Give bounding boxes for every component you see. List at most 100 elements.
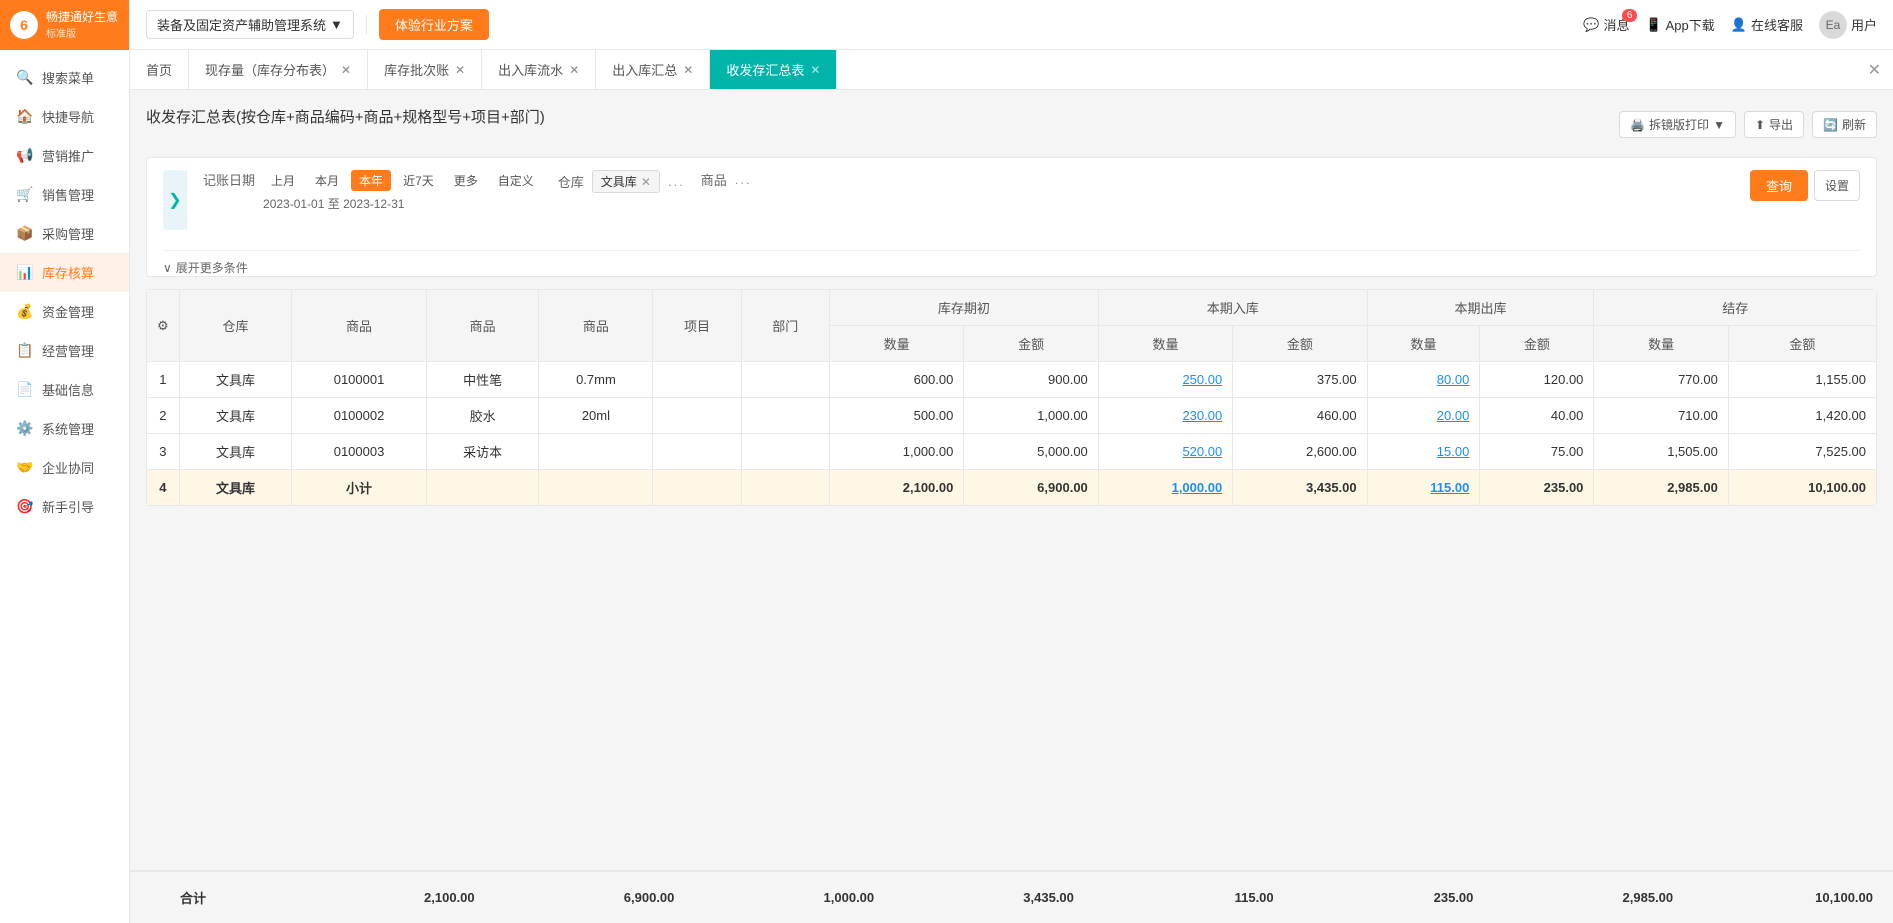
row1-opening-amt: 900.00 <box>964 362 1098 398</box>
finance-icon: 💰 <box>16 303 34 321</box>
avatar: Ea <box>1819 11 1847 39</box>
sidebar: 6 畅捷通好生意 标准版 🔍 搜索菜单 🏠 快捷导航 📢 营销推广 🛒 销售管理… <box>0 0 130 923</box>
col-project-header: 项目 <box>653 290 741 362</box>
refresh-button[interactable]: 🔄 刷新 <box>1812 111 1877 138</box>
date-btn-last-month[interactable]: 上月 <box>263 170 303 191</box>
subtotal-out-qty[interactable]: 115.00 <box>1367 470 1480 506</box>
goods-dots[interactable]: ... <box>735 172 752 187</box>
col-out-qty-header: 数量 <box>1367 326 1480 362</box>
warehouse-tag-close[interactable]: ✕ <box>641 175 651 189</box>
row3-seq: 3 <box>147 434 180 470</box>
tab-home[interactable]: 首页 <box>130 50 189 90</box>
sidebar-item-marketing-label: 营销推广 <box>42 146 94 165</box>
row1-seq: 1 <box>147 362 180 398</box>
date-btn-7days[interactable]: 近7天 <box>395 170 442 191</box>
tab-batch-ledger[interactable]: 库存批次账 ✕ <box>368 50 482 90</box>
date-btn-this-year[interactable]: 本年 <box>351 170 391 191</box>
subtotal-in-qty[interactable]: 1,000.00 <box>1098 470 1232 506</box>
row2-opening-qty: 500.00 <box>829 398 963 434</box>
row1-balance-amt: 1,155.00 <box>1728 362 1876 398</box>
notification-badge: 6 <box>1622 9 1638 22</box>
purchase-icon: 📦 <box>16 225 34 243</box>
system-name: 装备及固定资产辅助管理系统 <box>157 15 326 34</box>
user-item[interactable]: Ea 用户 <box>1819 11 1877 39</box>
tab-receive-summary-close[interactable]: ✕ <box>810 63 820 77</box>
col-dept-header: 部门 <box>741 290 829 362</box>
col-goods-name-header: 商品 <box>426 290 539 362</box>
refresh-label: 刷新 <box>1842 116 1866 133</box>
row1-goods-spec: 0.7mm <box>539 362 653 398</box>
tab-inout-summary-close[interactable]: ✕ <box>683 63 693 77</box>
subtotal-col5 <box>539 470 653 506</box>
page-title: 收发存汇总表(按仓库+商品编码+商品+规格型号+项目+部门) <box>146 106 545 127</box>
sidebar-item-system[interactable]: ⚙️ 系统管理 <box>0 409 129 448</box>
sidebar-item-purchase-label: 采购管理 <box>42 224 94 243</box>
tab-batch-ledger-close[interactable]: ✕ <box>455 63 465 77</box>
tab-inventory-dist[interactable]: 现存量（库存分布表） ✕ <box>189 50 368 90</box>
tab-receive-summary-label: 收发存汇总表 <box>726 60 804 79</box>
subtotal-balance-qty: 2,985.00 <box>1594 470 1728 506</box>
col-settings-header[interactable]: ⚙ <box>147 290 180 362</box>
sidebar-item-inventory[interactable]: 📊 库存核算 <box>0 253 129 292</box>
notification-icon: 💬 <box>1583 17 1599 33</box>
header-left: 装备及固定资产辅助管理系统 ▼ 体验行业方案 <box>146 9 489 40</box>
row3-in-qty[interactable]: 520.00 <box>1098 434 1232 470</box>
export-button[interactable]: ⬆ 导出 <box>1744 111 1804 138</box>
tab-receive-summary[interactable]: 收发存汇总表 ✕ <box>710 50 837 90</box>
system-selector[interactable]: 装备及固定资产辅助管理系统 ▼ <box>146 10 354 39</box>
notification-item[interactable]: 💬 消息 6 <box>1583 15 1629 34</box>
app-download-item[interactable]: 📱 App下载 <box>1645 15 1714 34</box>
date-btn-this-month[interactable]: 本月 <box>307 170 347 191</box>
sidebar-item-collab-label: 企业协同 <box>42 458 94 477</box>
date-btn-custom[interactable]: 自定义 <box>490 170 542 191</box>
sidebar-item-purchase[interactable]: 📦 采购管理 <box>0 214 129 253</box>
query-button[interactable]: 查询 <box>1750 170 1808 201</box>
table-row: 3 文具库 0100003 采访本 1,000.00 5,000.00 520.… <box>147 434 1877 470</box>
row3-goods-name: 采访本 <box>426 434 539 470</box>
search-icon: 🔍 <box>16 69 34 87</box>
online-service-item[interactable]: 👤 在线客服 <box>1731 15 1803 34</box>
sidebar-item-guide-label: 新手引导 <box>42 497 94 516</box>
tab-inout-flow[interactable]: 出入库流水 ✕ <box>482 50 596 90</box>
sidebar-item-sales[interactable]: 🛒 销售管理 <box>0 175 129 214</box>
tab-inout-summary[interactable]: 出入库汇总 ✕ <box>596 50 710 90</box>
row1-in-qty[interactable]: 250.00 <box>1098 362 1232 398</box>
row3-goods-spec <box>539 434 653 470</box>
date-btn-more[interactable]: 更多 <box>446 170 486 191</box>
print-button[interactable]: 🖨️ 拆镜版打印 ▼ <box>1619 111 1736 138</box>
sidebar-item-marketing[interactable]: 📢 营销推广 <box>0 136 129 175</box>
sidebar-item-base-info[interactable]: 📄 基础信息 <box>0 370 129 409</box>
warehouse-dots[interactable]: ... <box>668 174 685 189</box>
filter-settings-button[interactable]: 设置 <box>1814 170 1860 201</box>
row2-in-qty[interactable]: 230.00 <box>1098 398 1232 434</box>
col-in-header: 本期入库 <box>1098 290 1367 326</box>
tab-inventory-dist-close[interactable]: ✕ <box>341 63 351 77</box>
sidebar-item-finance[interactable]: 💰 资金管理 <box>0 292 129 331</box>
row2-out-qty[interactable]: 20.00 <box>1367 398 1480 434</box>
footer-total-row: 合计 2,100.00 6,900.00 1,000.00 3,435.00 1… <box>130 870 1893 923</box>
row1-out-qty[interactable]: 80.00 <box>1367 362 1480 398</box>
expand-more-row[interactable]: ∨ 展开更多条件 <box>163 250 1860 276</box>
tab-bar-close[interactable]: ✕ <box>1856 60 1893 80</box>
col-warehouse-header: 仓库 <box>179 290 292 362</box>
header-right: 💬 消息 6 📱 App下载 👤 在线客服 Ea 用户 <box>1583 11 1877 39</box>
row3-out-qty[interactable]: 15.00 <box>1367 434 1480 470</box>
row1-goods-code: 0100001 <box>292 362 426 398</box>
row2-goods-name: 胶水 <box>426 398 539 434</box>
sales-icon: 🛒 <box>16 186 34 204</box>
col-opening-header: 库存期初 <box>829 290 1098 326</box>
tab-inout-flow-close[interactable]: ✕ <box>569 63 579 77</box>
sidebar-item-search[interactable]: 🔍 搜索菜单 <box>0 58 129 97</box>
warehouse-filter-group: 仓库 文具库 ✕ ... <box>558 170 685 193</box>
try-button[interactable]: 体验行业方案 <box>379 9 489 40</box>
sidebar-item-collab[interactable]: 🤝 企业协同 <box>0 448 129 487</box>
sidebar-item-quick-nav[interactable]: 🏠 快捷导航 <box>0 97 129 136</box>
system-icon: ⚙️ <box>16 420 34 438</box>
filter-expand-btn[interactable]: ❯ <box>163 170 187 230</box>
sidebar-item-guide[interactable]: 🎯 新手引导 <box>0 487 129 526</box>
app-subtitle: 标准版 <box>46 25 118 40</box>
tab-batch-ledger-label: 库存批次账 <box>384 60 449 79</box>
subtotal-opening-amt: 6,900.00 <box>964 470 1098 506</box>
row1-project <box>653 362 741 398</box>
sidebar-item-operations[interactable]: 📋 经营管理 <box>0 331 129 370</box>
